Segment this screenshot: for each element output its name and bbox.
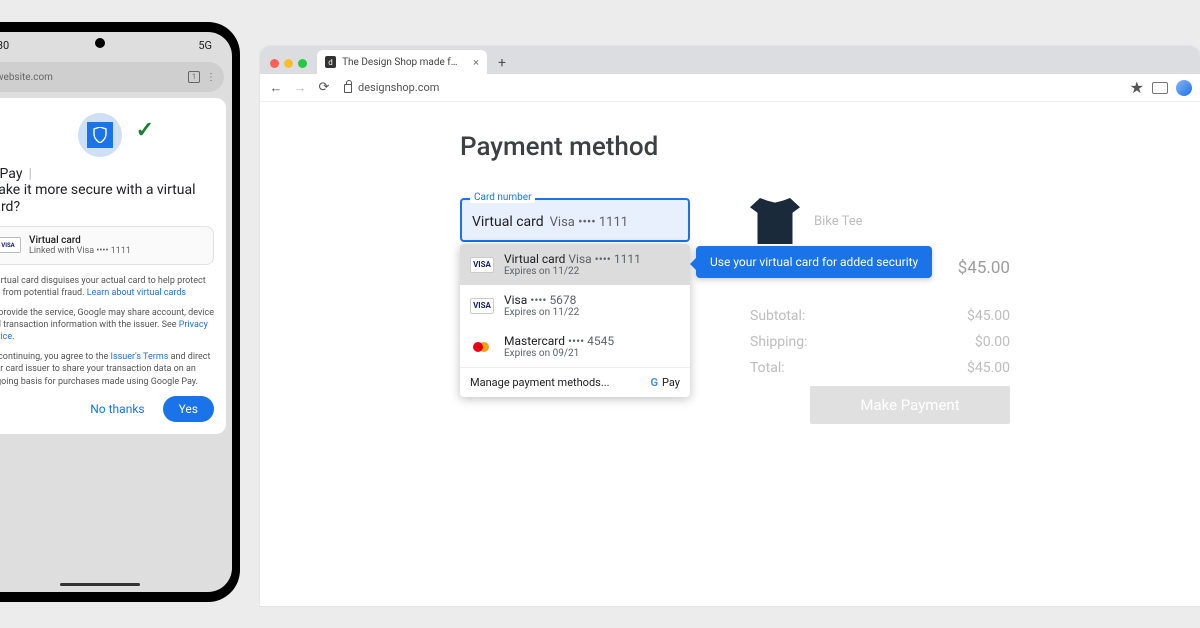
reload-icon[interactable]: ⟳ (316, 80, 332, 95)
product-image (750, 198, 800, 244)
card-dropdown: VISA Virtual card Visa •••• 1111 Expires… (460, 244, 690, 397)
window-controls[interactable] (268, 59, 313, 74)
shipping-row: Shipping: $0.00 (750, 334, 1010, 350)
virtual-card-summary: VISA Virtual card Linked with Visa •••• … (0, 226, 214, 265)
page-title: Payment method (460, 132, 1184, 162)
favicon: d (325, 56, 336, 68)
url-box[interactable]: designshop.com (340, 81, 1122, 94)
payment-chip-icon[interactable] (1152, 82, 1168, 94)
tab-title: The Design Shop made for de (342, 57, 463, 68)
virtual-card-prompt-dialog: ✓ G Pay | Make it more secure with a vir… (0, 98, 226, 434)
card-option-mastercard[interactable]: Mastercard •••• 4545 Expires on 09/21 (460, 326, 690, 367)
total-row: Total: $45.00 (750, 360, 1010, 376)
card-number-input[interactable]: Card number Virtual card Visa •••• 1111 (460, 198, 690, 242)
no-thanks-button[interactable]: No thanks (80, 396, 154, 422)
vc-name: Virtual card (29, 235, 131, 246)
issuer-terms-link[interactable]: Issuer's Terms (111, 352, 169, 362)
home-indicator[interactable] (60, 583, 140, 586)
more-icon[interactable]: ⋮ (206, 72, 216, 83)
card-number-label: Card number (470, 192, 535, 203)
hero-graphic: ✓ (0, 108, 214, 162)
phone-address-bar[interactable]: website.com 1 ⋮ (0, 62, 224, 92)
status-network: 5G (198, 39, 212, 52)
yes-button[interactable]: Yes (163, 396, 214, 422)
close-tab-icon[interactable]: × (473, 56, 479, 69)
gpay-logo: G Pay (651, 376, 681, 389)
minimize-window-icon[interactable] (284, 59, 293, 68)
phone-screen: 9:30 5G website.com 1 ⋮ ✓ G Pay | Ma (0, 32, 232, 592)
explainer-text: A virtual card disguises your actual car… (0, 275, 214, 299)
card-value-main: Virtual card (472, 214, 544, 230)
gpay-brand-row: G Pay | (0, 166, 214, 182)
address-bar: ← → ⟳ designshop.com ★ (260, 74, 1200, 102)
forward-icon[interactable]: → (292, 80, 308, 96)
card-option-visa[interactable]: VISA Visa •••• 5678 Expires on 11/22 (460, 285, 690, 326)
front-camera (95, 38, 105, 48)
browser-window: d The Design Shop made for de × + ← → ⟳ … (260, 46, 1200, 606)
tab-count-icon[interactable]: 1 (188, 71, 200, 83)
card-value-sub: Visa •••• 1111 (550, 215, 628, 230)
vc-linked: Linked with Visa •••• 1111 (29, 246, 131, 256)
product-name: Bike Tee (814, 214, 863, 229)
browser-tab[interactable]: d The Design Shop made for de × (317, 50, 487, 74)
visa-logo: VISA (470, 298, 494, 314)
checkmark-icon: ✓ (136, 118, 154, 143)
gpay-label: Pay (0, 166, 22, 182)
phone-status-bar: 9:30 5G (0, 32, 232, 58)
star-icon[interactable]: ★ (1130, 78, 1144, 97)
product-row: Bike Tee (750, 198, 1010, 244)
visa-logo: VISA (0, 237, 21, 253)
learn-link[interactable]: Learn about virtual cards (87, 288, 186, 298)
dialog-title: Make it more secure with a virtual card? (0, 182, 214, 216)
shield-icon (87, 122, 113, 148)
url-text: designshop.com (358, 81, 439, 94)
make-payment-button[interactable]: Make Payment (810, 386, 1010, 424)
tab-strip: d The Design Shop made for de × + (260, 46, 1200, 74)
manage-payment-methods[interactable]: Manage payment methods... G Pay (460, 367, 690, 397)
mastercard-logo (470, 339, 494, 355)
close-window-icon[interactable] (270, 59, 279, 68)
phone-url: website.com (0, 72, 53, 83)
subtotal-row: Subtotal: $45.00 (750, 308, 1010, 324)
profile-avatar[interactable] (1176, 80, 1192, 96)
card-option-virtual[interactable]: VISA Virtual card Visa •••• 1111 Expires… (460, 244, 690, 285)
disclaimer-1: To provide the service, Google may share… (0, 307, 214, 343)
zoom-window-icon[interactable] (298, 59, 307, 68)
back-icon[interactable]: ← (268, 80, 284, 96)
virtual-card-tooltip: Use your virtual card for added security (696, 246, 932, 278)
visa-logo: VISA (470, 257, 494, 273)
checkout-page: Payment method Card number Virtual card … (260, 102, 1200, 606)
disclaimer-2: By continuing, you agree to the Issuer's… (0, 351, 214, 387)
new-tab-button[interactable]: + (491, 52, 513, 74)
phone-frame: 9:30 5G website.com 1 ⋮ ✓ G Pay | Ma (0, 22, 240, 602)
status-time: 9:30 (0, 39, 9, 52)
lock-icon (344, 84, 352, 93)
